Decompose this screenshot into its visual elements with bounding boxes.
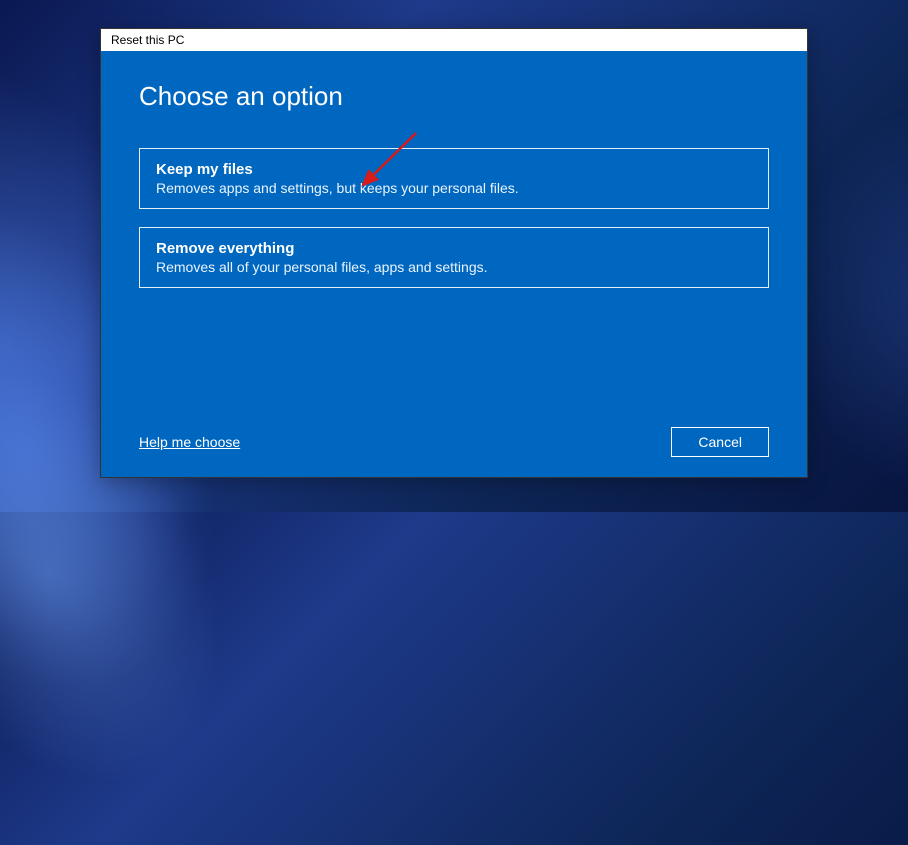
option-title: Keep my files (156, 161, 752, 178)
window-titlebar: Reset this PC (101, 29, 807, 51)
dialog-content: Choose an option Keep my files Removes a… (101, 51, 807, 427)
help-me-choose-link[interactable]: Help me choose (139, 434, 240, 450)
option-description: Removes all of your personal files, apps… (156, 259, 752, 275)
option-title: Remove everything (156, 240, 752, 257)
cancel-button[interactable]: Cancel (671, 427, 769, 457)
page-heading: Choose an option (139, 81, 769, 112)
dialog-footer: Help me choose Cancel (101, 427, 807, 477)
remove-everything-option[interactable]: Remove everything Removes all of your pe… (139, 227, 769, 288)
option-description: Removes apps and settings, but keeps you… (156, 180, 752, 196)
window-title: Reset this PC (111, 33, 184, 47)
reset-pc-dialog: Reset this PC Choose an option Keep my f… (100, 28, 808, 478)
keep-my-files-option[interactable]: Keep my files Removes apps and settings,… (139, 148, 769, 209)
